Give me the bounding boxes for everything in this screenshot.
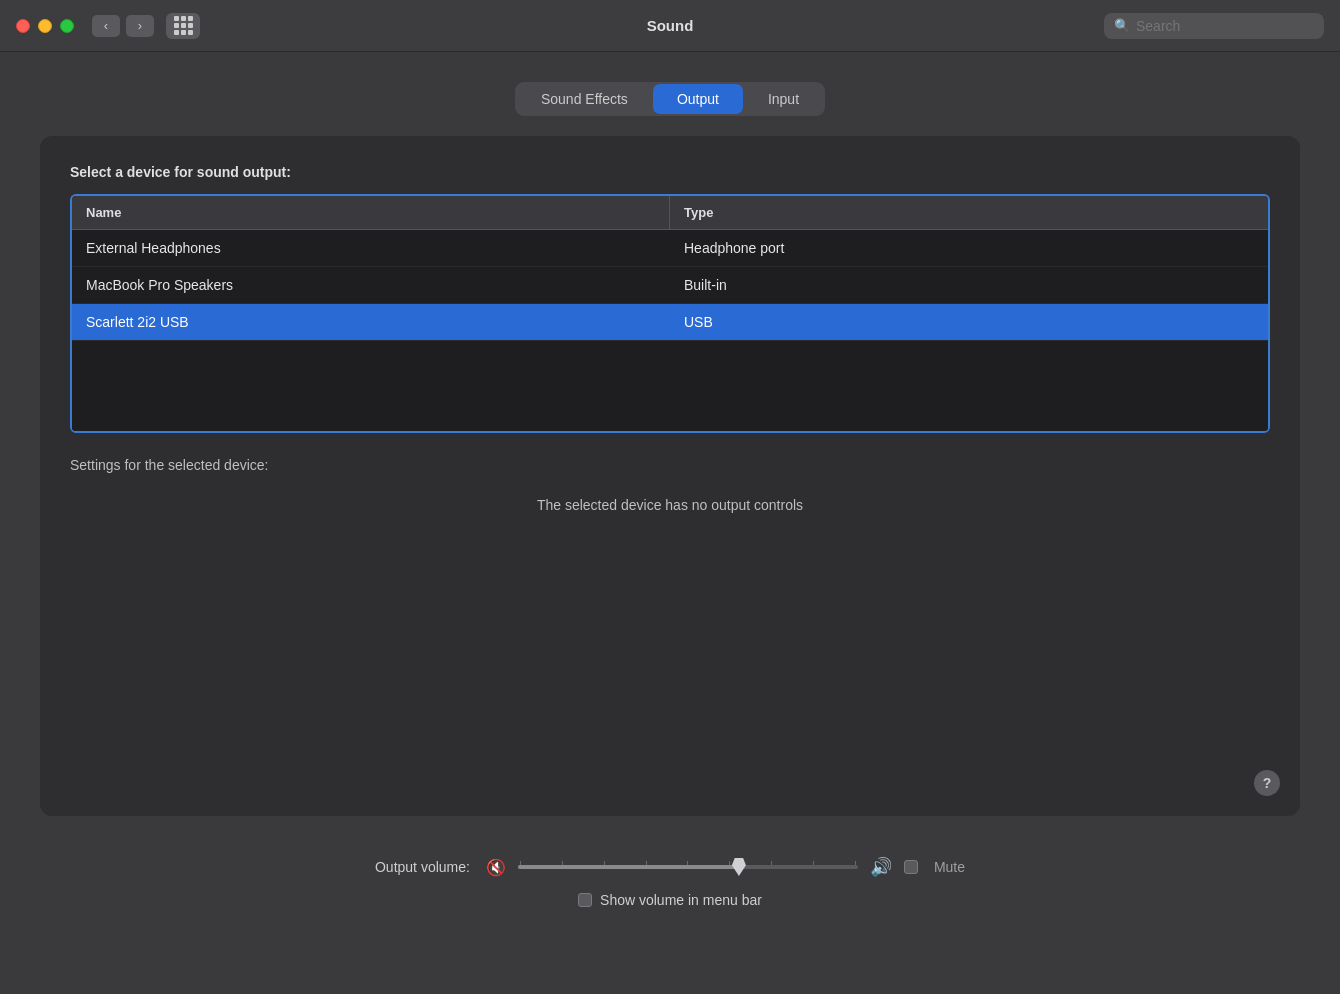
mute-label: Mute	[934, 859, 965, 875]
slider-ticks	[518, 861, 858, 865]
show-in-menubar-checkbox[interactable]	[578, 893, 592, 907]
search-icon: 🔍	[1114, 18, 1130, 33]
back-button[interactable]: ‹	[92, 15, 120, 37]
menubar-label: Show volume in menu bar	[600, 892, 762, 908]
volume-label: Output volume:	[375, 859, 470, 875]
no-controls-message: The selected device has no output contro…	[70, 497, 1270, 513]
tabs-container: Sound Effects Output Input	[40, 82, 1300, 116]
device-type: Built-in	[670, 267, 1268, 303]
table-row-selected[interactable]: Scarlett 2i2 USB USB	[72, 304, 1268, 341]
table-body: External Headphones Headphone port MacBo…	[72, 230, 1268, 431]
table-empty-area[interactable]	[72, 341, 1268, 431]
tab-sound-effects[interactable]: Sound Effects	[517, 84, 652, 114]
window-title: Sound	[647, 17, 694, 34]
device-name: Scarlett 2i2 USB	[72, 304, 670, 340]
menubar-row: Show volume in menu bar	[40, 892, 1300, 908]
volume-row: Output volume: 🔇 🔊 Mute	[40, 856, 1300, 878]
help-button[interactable]: ?	[1254, 770, 1280, 796]
volume-slider[interactable]	[518, 865, 858, 869]
slider-thumb[interactable]	[732, 858, 746, 876]
tab-group: Sound Effects Output Input	[515, 82, 825, 116]
table-header: Name Type	[72, 196, 1268, 230]
nav-buttons: ‹ ›	[92, 15, 154, 37]
search-input[interactable]	[1136, 18, 1314, 34]
traffic-lights	[16, 19, 74, 33]
device-name: MacBook Pro Speakers	[72, 267, 670, 303]
section-label: Select a device for sound output:	[70, 164, 1270, 180]
tab-output[interactable]: Output	[653, 84, 743, 114]
grid-button[interactable]	[166, 13, 200, 39]
device-type: Headphone port	[670, 230, 1268, 266]
mute-checkbox[interactable]	[904, 860, 918, 874]
grid-icon	[174, 16, 193, 35]
titlebar: ‹ › Sound 🔍	[0, 0, 1340, 52]
col-name-header: Name	[72, 196, 670, 229]
slider-fill	[518, 865, 739, 869]
tab-input[interactable]: Input	[744, 84, 823, 114]
settings-label: Settings for the selected device:	[70, 457, 1270, 473]
minimize-button[interactable]	[38, 19, 52, 33]
device-table: Name Type External Headphones Headphone …	[70, 194, 1270, 433]
forward-button[interactable]: ›	[126, 15, 154, 37]
table-row[interactable]: MacBook Pro Speakers Built-in	[72, 267, 1268, 304]
device-type: USB	[670, 304, 1268, 340]
table-row[interactable]: External Headphones Headphone port	[72, 230, 1268, 267]
bottom-bar: Output volume: 🔇 🔊 Mute Show volume in m…	[0, 836, 1340, 928]
search-box[interactable]: 🔍	[1104, 13, 1324, 39]
volume-high-icon: 🔊	[870, 856, 892, 878]
col-type-header: Type	[670, 196, 1268, 229]
maximize-button[interactable]	[60, 19, 74, 33]
device-name: External Headphones	[72, 230, 670, 266]
main-content: Sound Effects Output Input Select a devi…	[0, 52, 1340, 836]
close-button[interactable]	[16, 19, 30, 33]
volume-low-icon: 🔇	[486, 858, 506, 877]
panel: Select a device for sound output: Name T…	[40, 136, 1300, 816]
